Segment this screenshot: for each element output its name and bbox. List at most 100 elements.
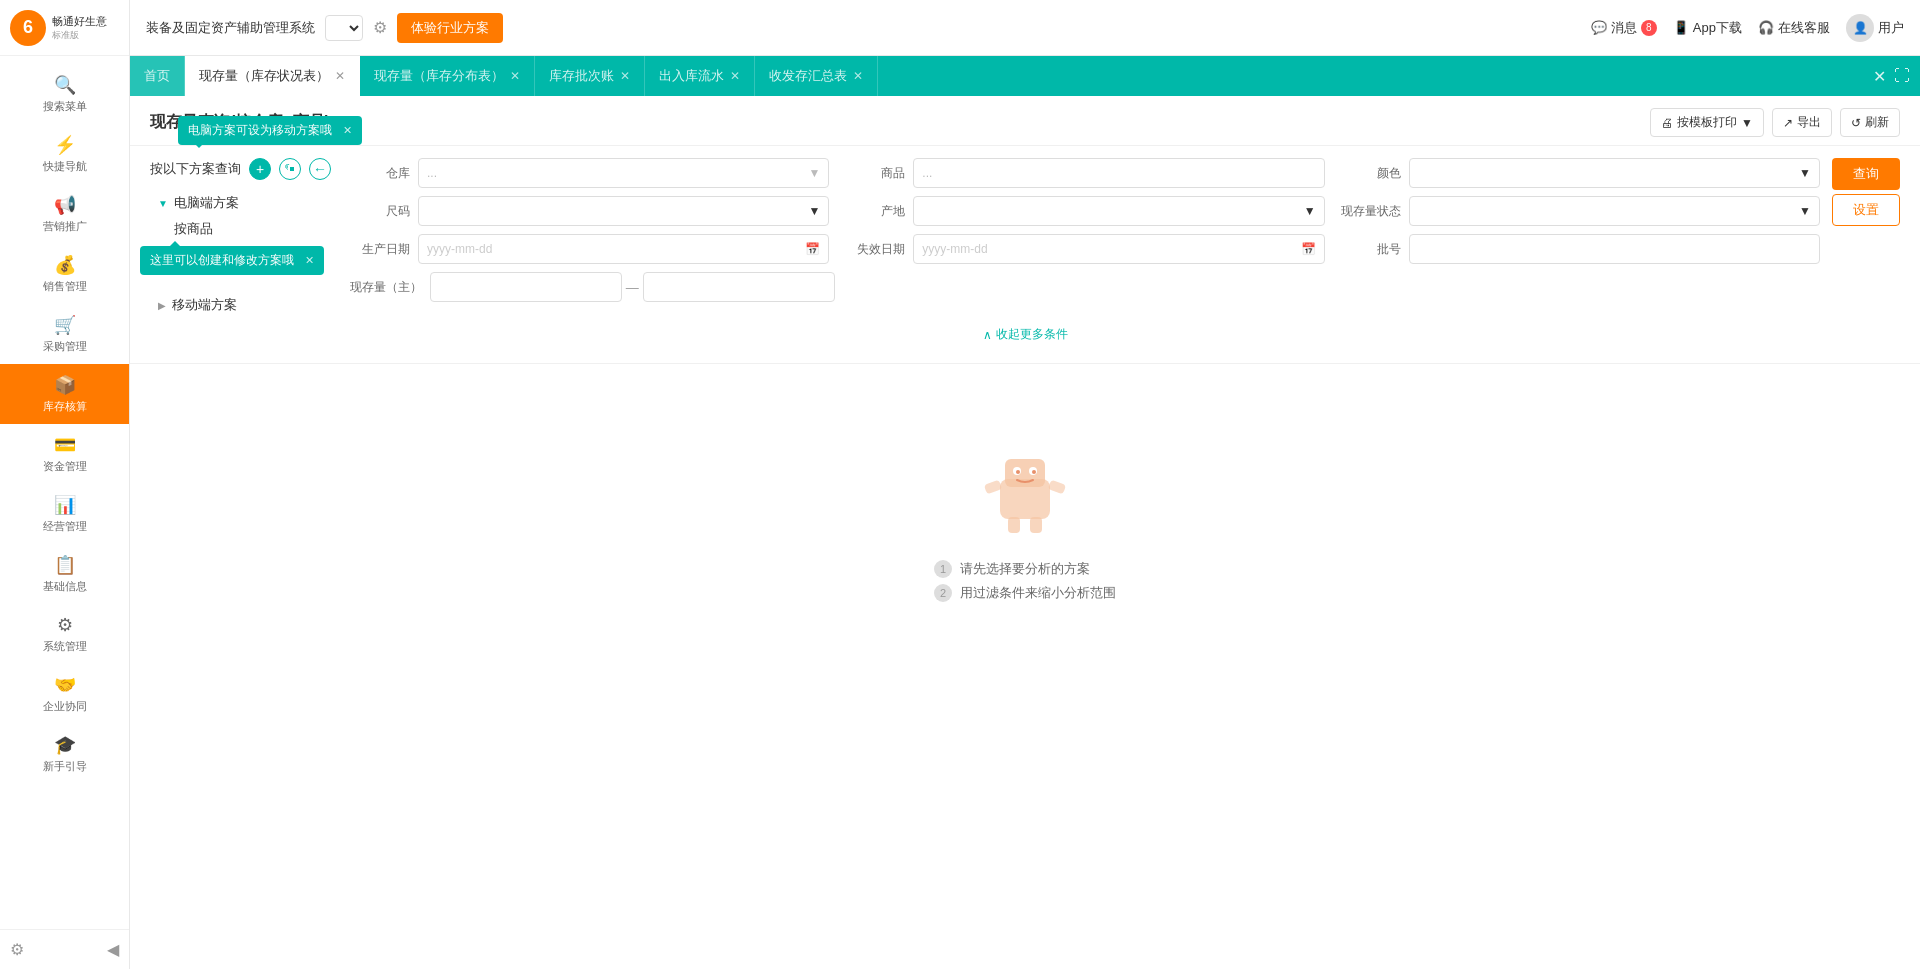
user-action[interactable]: 👤 用户 <box>1846 14 1904 42</box>
message-label: 消息 <box>1611 19 1637 37</box>
sidebar-label-basic: 基础信息 <box>43 579 87 594</box>
export-icon: ↗ <box>1783 116 1793 130</box>
expire-date-label: 失效日期 <box>845 241 905 258</box>
svg-rect-8 <box>984 480 1002 495</box>
online-service-action[interactable]: 🎧 在线客服 <box>1758 19 1830 37</box>
logo-icon: 6 <box>10 10 46 46</box>
svg-rect-7 <box>1030 517 1042 533</box>
prod-date-input[interactable]: yyyy-mm-dd 📅 <box>418 234 829 264</box>
tab-close-all-icon[interactable]: ✕ <box>1873 67 1886 86</box>
scheme-item-mobile[interactable]: ▶ 移动端方案 <box>150 292 350 318</box>
filter-label: 按以下方案查询 <box>150 160 241 178</box>
brand-name: 畅通好生意 <box>52 14 107 29</box>
filter-warehouse: 仓库 ...▼ <box>350 158 829 188</box>
scheme-list: ▼ 电脑端方案 按商品 这里可以创建和修改方案哦 ✕ <box>150 190 350 318</box>
back-scheme-button[interactable]: ← <box>309 158 331 180</box>
sidebar-item-inventory[interactable]: 📦 库存核算 <box>0 364 129 424</box>
size-select[interactable]: ▼ <box>418 196 829 226</box>
expire-date-input[interactable]: yyyy-mm-dd 📅 <box>913 234 1324 264</box>
goods-select[interactable]: ... <box>913 158 1324 188</box>
color-select[interactable]: ▼ <box>1409 158 1820 188</box>
tab-batch-account[interactable]: 库存批次账 ✕ <box>535 56 645 96</box>
scheme-pc-label: 电脑端方案 <box>174 194 239 212</box>
tab-inventory-dist[interactable]: 现存量（库存分布表） ✕ <box>360 56 535 96</box>
sidebar-item-system[interactable]: ⚙ 系统管理 <box>0 604 129 664</box>
purchase-icon: 🛒 <box>54 314 76 336</box>
tab-recv-summary-close[interactable]: ✕ <box>853 69 863 83</box>
sidebar-item-sales[interactable]: 💰 销售管理 <box>0 244 129 304</box>
topbar-settings-icon[interactable]: ⚙ <box>373 18 387 37</box>
tab-inout-flow[interactable]: 出入库流水 ✕ <box>645 56 755 96</box>
tab-inventory-status-label: 现存量（库存状况表） <box>199 67 329 85</box>
sidebar-item-quicknav[interactable]: ⚡ 快捷导航 <box>0 124 129 184</box>
stock-qty-from[interactable] <box>430 272 622 302</box>
empty-svg <box>975 444 1075 544</box>
sidebar-item-basic[interactable]: 📋 基础信息 <box>0 544 129 604</box>
filter-row-1: 仓库 ...▼ 商品 ... 颜色 ▼ <box>350 158 1820 188</box>
tab-recv-summary-label: 收发存汇总表 <box>769 67 847 85</box>
warehouse-select[interactable]: ...▼ <box>418 158 829 188</box>
topbar: 装备及固定资产辅助管理系统 ⚙ 体验行业方案 💬 消息 8 📱 App下载 🎧 … <box>130 0 1920 56</box>
export-button[interactable]: ↗ 导出 <box>1772 108 1832 137</box>
filter-right: 仓库 ...▼ 商品 ... 颜色 ▼ <box>350 158 1820 310</box>
connector-dot <box>288 165 296 173</box>
add-scheme-button[interactable]: + <box>249 158 271 180</box>
main-content: 现存量查询(按仓库+商品) 🖨 按模板打印 ▼ ↗ 导出 ↺ 刷新 按以下方案查… <box>130 96 1920 969</box>
sidebar-item-enterprise[interactable]: 🤝 企业协同 <box>0 664 129 724</box>
sidebar: 6 畅通好生意 标准版 🔍 搜索菜单 ⚡ 快捷导航 📢 营销推广 💰 销售管理 … <box>0 0 130 969</box>
sidebar-item-purchase[interactable]: 🛒 采购管理 <box>0 304 129 364</box>
create-tooltip-close[interactable]: ✕ <box>305 254 314 266</box>
filter-expire-date: 失效日期 yyyy-mm-dd 📅 <box>845 234 1324 264</box>
sidebar-item-finance[interactable]: 💳 资金管理 <box>0 424 129 484</box>
tab-inventory-status[interactable]: 现存量（库存状况表） ✕ <box>185 56 360 96</box>
tab-expand-icon[interactable]: ⛶ <box>1894 67 1910 85</box>
user-label: 用户 <box>1878 19 1904 37</box>
system-select[interactable] <box>325 15 363 41</box>
basic-icon: 📋 <box>54 554 76 576</box>
goods-label: 商品 <box>845 165 905 182</box>
step-2-num: 2 <box>934 584 952 602</box>
service-icon: 🎧 <box>1758 20 1774 35</box>
query-button[interactable]: 查询 <box>1832 158 1900 190</box>
sidebar-label-enterprise: 企业协同 <box>43 699 87 714</box>
sidebar-item-guide[interactable]: 🎓 新手引导 <box>0 724 129 784</box>
filter-row-2: 尺码 ▼ 产地 ▼ 现存量状态 ▼ <box>350 196 1820 226</box>
sidebar-item-search[interactable]: 🔍 搜索菜单 <box>0 64 129 124</box>
filter-row-3: 生产日期 yyyy-mm-dd 📅 失效日期 yyyy-mm-dd 📅 <box>350 234 1820 264</box>
collapse-up-icon: ∧ <box>983 328 992 342</box>
filter-header: 按以下方案查询 + ✎ ← 电脑方案可设为移动方案哦 ✕ <box>150 158 350 180</box>
sidebar-item-operations[interactable]: 📊 经营管理 <box>0 484 129 544</box>
batch-no-input[interactable] <box>1409 234 1820 264</box>
scheme-item-default[interactable]: 按商品 <box>150 216 350 242</box>
brand-badge: 标准版 <box>52 29 107 42</box>
app-download-action[interactable]: 📱 App下载 <box>1673 19 1742 37</box>
sidebar-nav: 🔍 搜索菜单 ⚡ 快捷导航 📢 营销推广 💰 销售管理 🛒 采购管理 📦 库存核… <box>0 56 129 929</box>
sidebar-bottom: ⚙ ◀ <box>0 929 129 969</box>
filter-color: 颜色 ▼ <box>1341 158 1820 188</box>
tab-inventory-status-close[interactable]: ✕ <box>335 69 345 83</box>
origin-select[interactable]: ▼ <box>913 196 1324 226</box>
message-action[interactable]: 💬 消息 8 <box>1591 19 1657 37</box>
tab-home[interactable]: 首页 <box>130 56 185 96</box>
print-button[interactable]: 🖨 按模板打印 ▼ <box>1650 108 1764 137</box>
collapse-bar[interactable]: ∧ 收起更多条件 <box>150 318 1900 351</box>
collapse-sidebar-icon[interactable]: ◀ <box>107 940 119 959</box>
stock-qty-to[interactable] <box>643 272 835 302</box>
expire-date-placeholder: yyyy-mm-dd <box>922 242 987 256</box>
tab-batch-account-close[interactable]: ✕ <box>620 69 630 83</box>
tab-inventory-dist-close[interactable]: ✕ <box>510 69 520 83</box>
settings-bottom-icon[interactable]: ⚙ <box>10 940 24 959</box>
scheme-item-pc[interactable]: ▼ 电脑端方案 <box>150 190 350 216</box>
reset-button[interactable]: 设置 <box>1832 194 1900 226</box>
tab-inout-flow-close[interactable]: ✕ <box>730 69 740 83</box>
tab-home-label: 首页 <box>144 67 170 85</box>
tab-recv-summary[interactable]: 收发存汇总表 ✕ <box>755 56 878 96</box>
scheme-tooltip-close[interactable]: ✕ <box>343 124 352 136</box>
expire-date-icon: 📅 <box>1301 242 1316 256</box>
sidebar-item-marketing[interactable]: 📢 营销推广 <box>0 184 129 244</box>
refresh-button[interactable]: ↺ 刷新 <box>1840 108 1900 137</box>
sidebar-label-quicknav: 快捷导航 <box>43 159 87 174</box>
experience-button[interactable]: 体验行业方案 <box>397 13 503 43</box>
stock-status-select[interactable]: ▼ <box>1409 196 1820 226</box>
sidebar-label-search: 搜索菜单 <box>43 99 87 114</box>
